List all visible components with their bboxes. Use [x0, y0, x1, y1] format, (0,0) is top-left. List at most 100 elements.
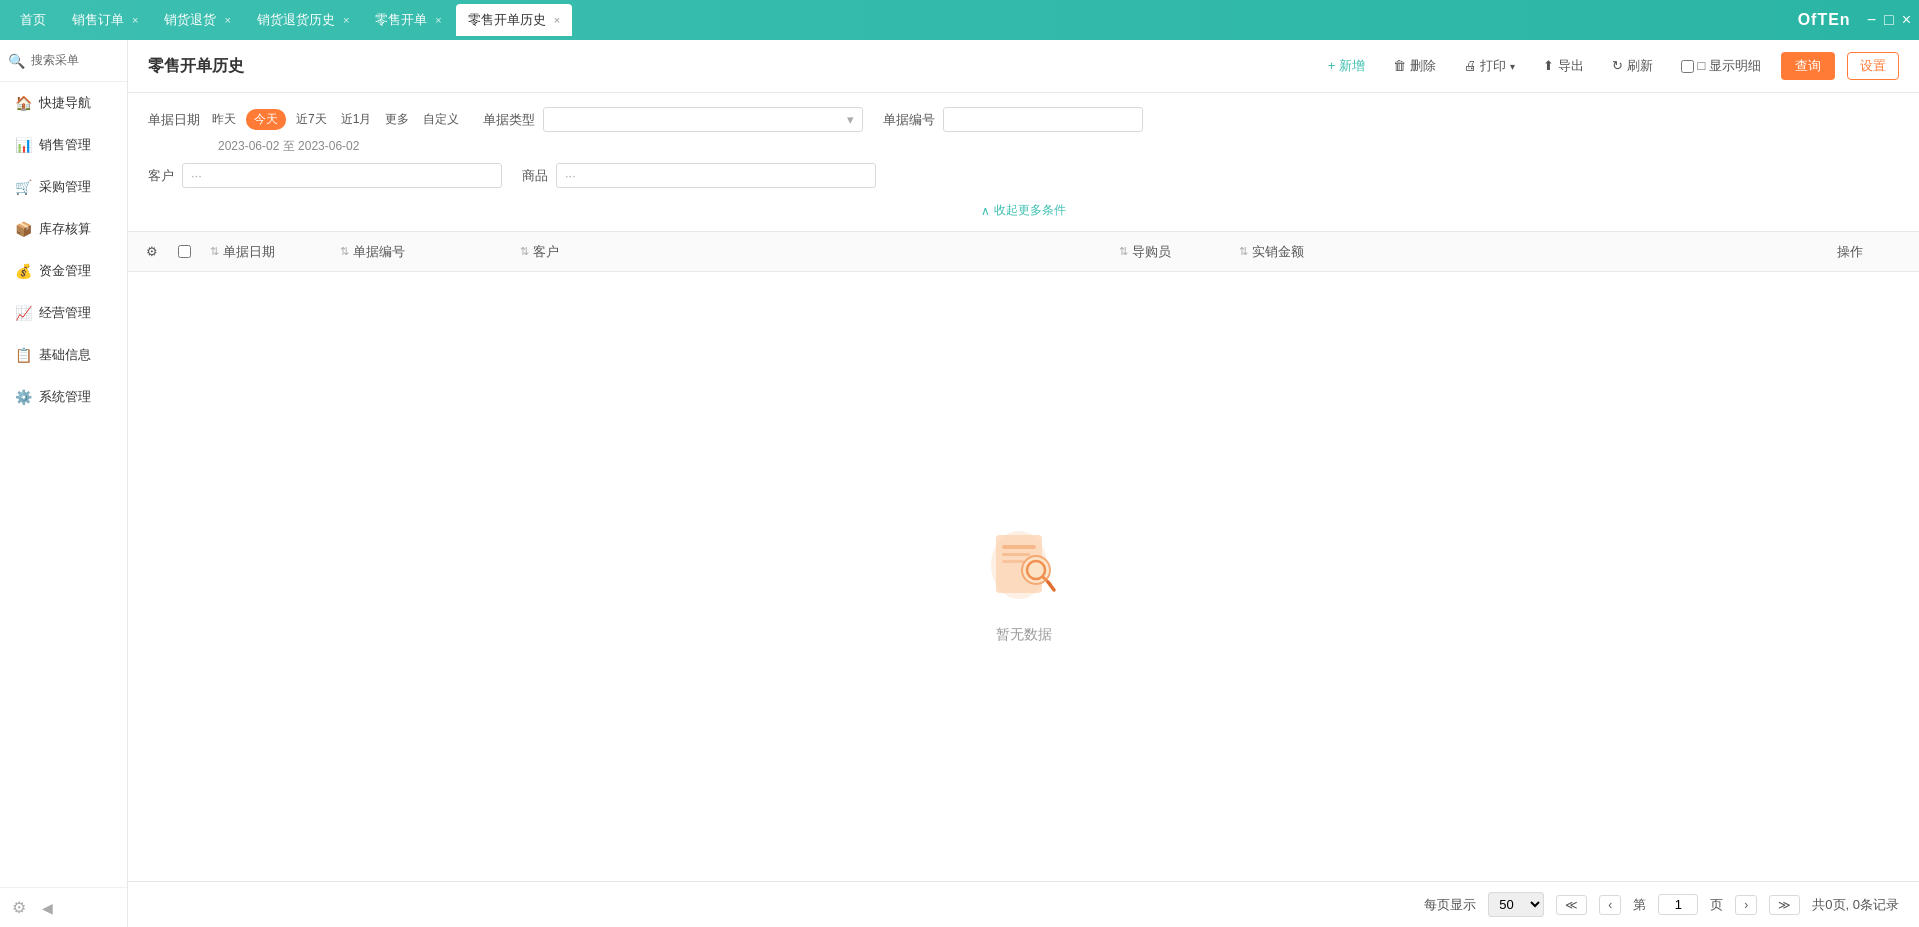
page-header: 零售开单历史 + 新增 🗑 删除 🖨 打印 ▾ ⬆ 导出 ↻ 刷新 [128, 40, 1919, 93]
page-num-input[interactable] [1658, 894, 1698, 915]
query-button[interactable]: 查询 [1781, 52, 1835, 80]
tab-home[interactable]: 首页 [8, 4, 58, 36]
date-range-display: 2023-06-02 至 2023-06-02 [218, 139, 359, 153]
sidebar-item-system-mgmt[interactable]: ⚙️ 系统管理 [0, 376, 127, 418]
main-layout: 🔍 搜索采单 🏠 快捷导航 📊 销售管理 🛒 采购管理 📦 库存核算 [0, 40, 1919, 927]
date-btn-7days[interactable]: 近7天 [292, 109, 331, 130]
sidebar-item-quick-nav[interactable]: 🏠 快捷导航 [0, 82, 127, 124]
sales-mgmt-icon: 📊 [15, 137, 31, 153]
sidebar-item-finance[interactable]: 💰 资金管理 [0, 250, 127, 292]
add-button[interactable]: + 新增 [1320, 53, 1373, 79]
brand-label: OfTEn [1798, 11, 1851, 29]
tab-sales-order[interactable]: 销售订单 × [60, 4, 150, 36]
col-header-date[interactable]: ⇅ 单据日期 [202, 243, 332, 261]
date-btn-yesterday[interactable]: 昨天 [208, 109, 240, 130]
sidebar-item-label: 系统管理 [39, 388, 91, 406]
print-dropdown-icon[interactable]: ▾ [1510, 61, 1515, 72]
select-all-checkbox[interactable] [178, 245, 191, 258]
tab-sales-return[interactable]: 销货退货 × [152, 4, 242, 36]
table-settings-btn[interactable]: ⚙ [138, 244, 170, 259]
export-button[interactable]: ⬆ 导出 [1535, 53, 1592, 79]
tab-close-sales-return[interactable]: × [224, 14, 230, 26]
sidebar-item-label: 经营管理 [39, 304, 91, 322]
page-size-label: 每页显示 [1424, 896, 1476, 914]
system-mgmt-icon: ⚙️ [15, 389, 31, 405]
order-num-filter: 单据编号 [883, 107, 1143, 132]
display-detail-checkbox[interactable] [1681, 60, 1694, 73]
tab-close-sales-return-history[interactable]: × [343, 14, 349, 26]
filter-row-1: 单据日期 昨天 今天 近7天 近1月 更多 自定义 单据类型 ▾ [148, 107, 1899, 132]
product-select[interactable]: ··· [556, 163, 876, 188]
col-header-amount[interactable]: ⇅ 实销金额 [1231, 243, 1830, 261]
table-section: ⚙ ⇅ 单据日期 ⇅ 单据编号 ⇅ 客户 ⇅ [128, 232, 1919, 881]
col-header-action: 操作 [1829, 243, 1909, 261]
sidebar-items: 🏠 快捷导航 📊 销售管理 🛒 采购管理 📦 库存核算 💰 资金管理 📈 [0, 82, 127, 887]
sidebar-item-operations[interactable]: 📈 经营管理 [0, 292, 127, 334]
first-page-btn[interactable]: ≪ [1556, 895, 1587, 915]
quick-nav-icon: 🏠 [15, 95, 31, 111]
sort-icon-num: ⇅ [340, 245, 349, 258]
collapse-button[interactable]: ∧ 收起更多条件 [981, 202, 1066, 219]
product-label: 商品 [522, 167, 548, 185]
date-btn-more[interactable]: 更多 [381, 109, 413, 130]
collapse-bar: ∧ 收起更多条件 [148, 198, 1899, 223]
page-title: 零售开单历史 [148, 56, 244, 77]
sidebar-item-label: 库存核算 [39, 220, 91, 238]
col-header-num[interactable]: ⇅ 单据编号 [332, 243, 512, 261]
operations-icon: 📈 [15, 305, 31, 321]
last-page-btn[interactable]: ≫ [1769, 895, 1800, 915]
filter-row-2: 客户 ··· 商品 ··· [148, 163, 1899, 188]
date-btn-today[interactable]: 今天 [246, 109, 286, 130]
tab-close-retail-open[interactable]: × [435, 14, 441, 26]
filter-section: 单据日期 昨天 今天 近7天 近1月 更多 自定义 单据类型 ▾ [128, 93, 1919, 232]
product-filter: 商品 ··· [522, 163, 876, 188]
tab-bar: 首页 销售订单 × 销货退货 × 销货退货历史 × 零售开单 × 零售开单历史 … [8, 4, 1798, 36]
delete-button[interactable]: 🗑 删除 [1385, 53, 1444, 79]
tab-close-retail-history[interactable]: × [554, 14, 560, 26]
sort-icon-customer: ⇅ [520, 245, 529, 258]
page-prefix: 第 [1633, 896, 1646, 914]
empty-icon [974, 510, 1074, 610]
settings-icon[interactable]: ⚙ [12, 898, 26, 917]
date-btn-1month[interactable]: 近1月 [337, 109, 376, 130]
svg-rect-4 [1002, 560, 1024, 563]
sidebar-item-basic-info[interactable]: 📋 基础信息 [0, 334, 127, 376]
sidebar-item-label: 快捷导航 [39, 94, 91, 112]
customer-select[interactable]: ··· [182, 163, 502, 188]
customer-filter: 客户 ··· [148, 163, 502, 188]
tab-sales-return-history[interactable]: 销货退货历史 × [245, 4, 361, 36]
col-header-customer[interactable]: ⇅ 客户 [512, 243, 1111, 261]
page-size-select[interactable]: 10 20 50 100 [1488, 892, 1544, 917]
next-page-btn[interactable]: › [1735, 895, 1757, 915]
close-btn[interactable]: × [1902, 11, 1911, 29]
tab-retail-history[interactable]: 零售开单历史 × [456, 4, 572, 36]
collapse-icon: ∧ [981, 204, 990, 218]
tab-retail-open[interactable]: 零售开单 × [363, 4, 453, 36]
sidebar-item-inventory[interactable]: 📦 库存核算 [0, 208, 127, 250]
settings-button[interactable]: 设置 [1847, 52, 1899, 80]
order-type-filter: 单据类型 ▾ [483, 107, 863, 132]
refresh-button[interactable]: ↻ 刷新 [1604, 53, 1661, 79]
print-button[interactable]: 🖨 打印 ▾ [1456, 53, 1524, 79]
sort-icon-guide: ⇅ [1119, 245, 1128, 258]
sidebar-item-label: 采购管理 [39, 178, 91, 196]
sidebar: 🔍 搜索采单 🏠 快捷导航 📊 销售管理 🛒 采购管理 📦 库存核算 [0, 40, 128, 927]
date-btn-custom[interactable]: 自定义 [419, 109, 463, 130]
order-type-select[interactable]: ▾ [543, 107, 863, 132]
order-num-input[interactable] [943, 107, 1143, 132]
sidebar-bottom: ⚙ ◀ [0, 887, 127, 927]
select-all-checkbox-col [170, 245, 202, 258]
sidebar-item-sales-mgmt[interactable]: 📊 销售管理 [0, 124, 127, 166]
maximize-btn[interactable]: □ [1884, 11, 1894, 29]
prev-page-btn[interactable]: ‹ [1599, 895, 1621, 915]
col-header-guide[interactable]: ⇅ 导购员 [1111, 243, 1231, 261]
sidebar-item-purchase-mgmt[interactable]: 🛒 采购管理 [0, 166, 127, 208]
tab-close-sales-order[interactable]: × [132, 14, 138, 26]
collapse-icon[interactable]: ◀ [42, 900, 53, 916]
pagination-summary: 共0页, 0条记录 [1812, 896, 1899, 914]
minimize-btn[interactable]: − [1867, 11, 1876, 29]
sidebar-search[interactable]: 🔍 搜索采单 [0, 40, 127, 82]
sidebar-search-label: 搜索采单 [31, 52, 79, 69]
display-detail-button[interactable]: □ 显示明细 [1673, 53, 1769, 79]
table-header: ⚙ ⇅ 单据日期 ⇅ 单据编号 ⇅ 客户 ⇅ [128, 232, 1919, 272]
